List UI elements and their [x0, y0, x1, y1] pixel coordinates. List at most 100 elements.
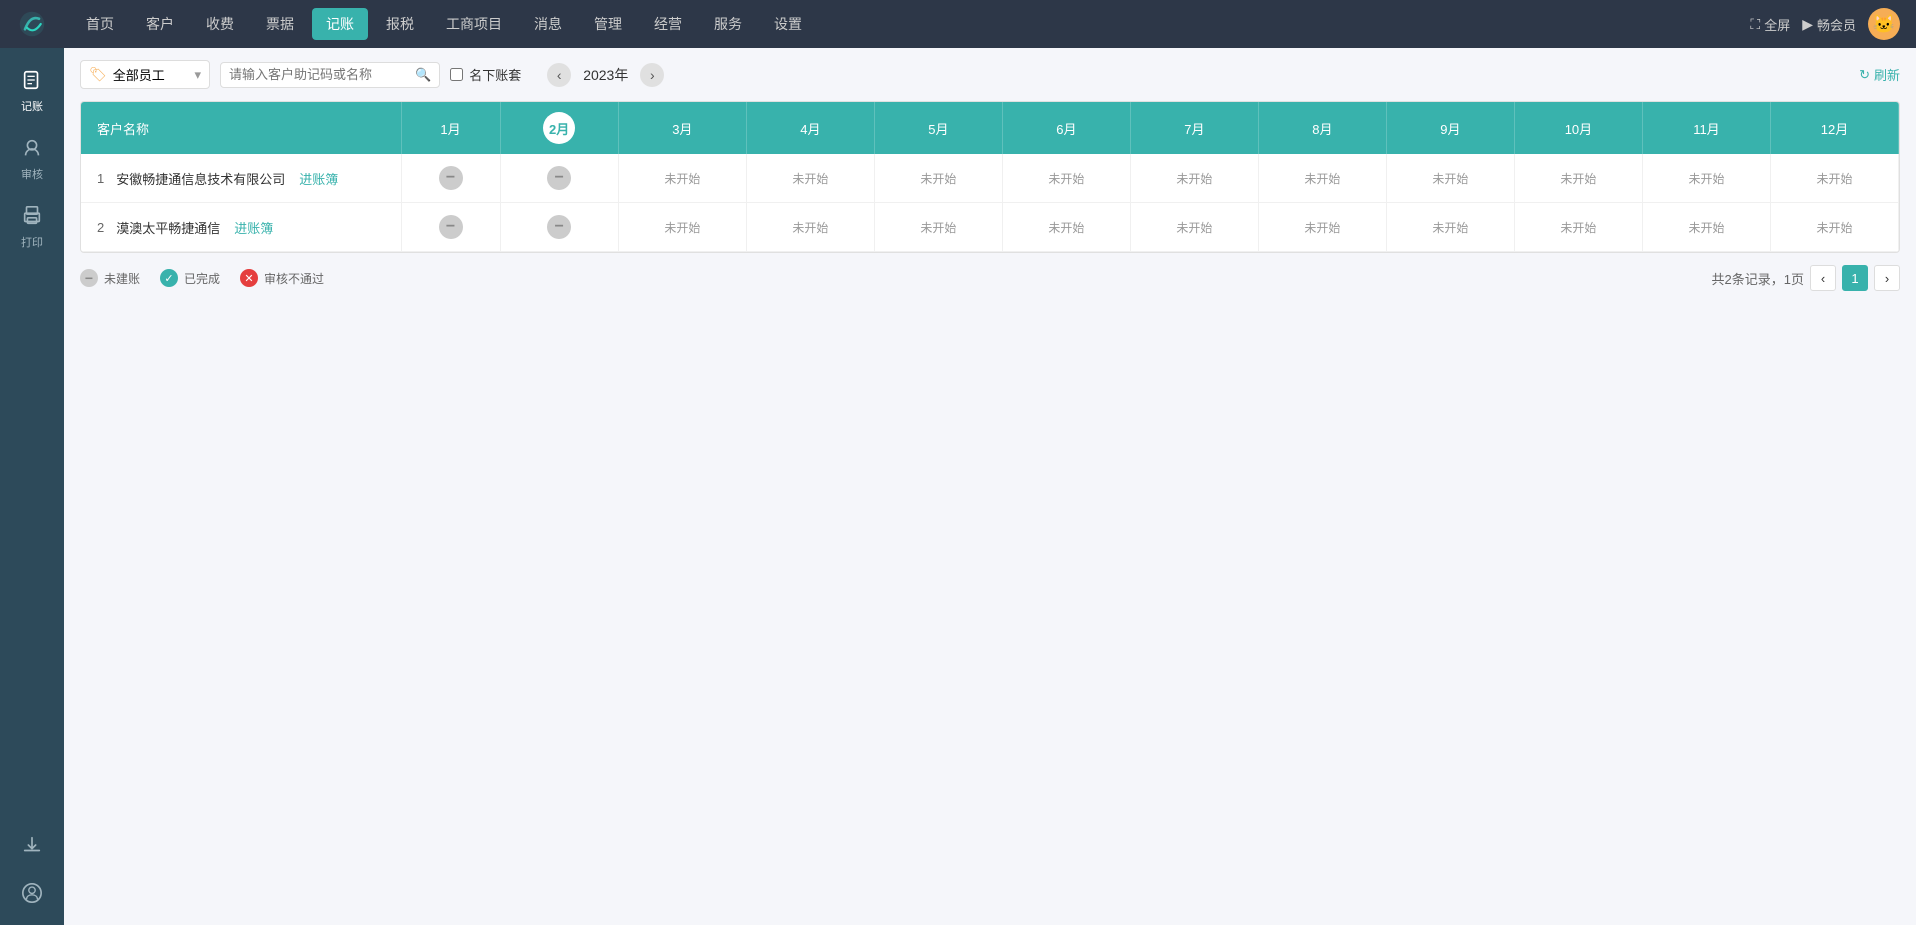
avatar: 🐱 — [1868, 8, 1900, 40]
table-header-1月: 1月 — [401, 102, 500, 154]
sidebar-item-download[interactable] — [0, 821, 64, 869]
nav-item-客户[interactable]: 客户 — [132, 8, 188, 40]
employee-select[interactable]: 🏷 全部员工 ▾ — [80, 60, 210, 89]
table-header-3月: 3月 — [618, 102, 746, 154]
legend-not-built: − 未建账 — [80, 269, 140, 287]
month-cell-11: 未开始 — [1642, 154, 1770, 203]
search-icon[interactable]: 🔍 — [415, 67, 431, 83]
audit-icon — [18, 134, 46, 162]
status-not-started: 未开始 — [1560, 221, 1596, 235]
nav-item-管理[interactable]: 管理 — [580, 8, 636, 40]
client-name-wrap: 2 漠澳太平畅捷通信 进账簿 — [97, 218, 393, 237]
employee-label: 全部员工 — [113, 65, 165, 84]
table-header-2月: 2月 — [500, 102, 618, 154]
chevron-down-icon: ▾ — [194, 67, 201, 83]
table-header-客户名称: 客户名称 — [81, 102, 401, 154]
month-cell-12: 未开始 — [1770, 203, 1898, 252]
record-info: 共2条记录，1页 — [1712, 269, 1804, 288]
month-cell-1: − — [401, 154, 500, 203]
legend-teal-dot: ✓ — [160, 269, 178, 287]
month-cell-8: 未开始 — [1258, 203, 1386, 252]
nav-item-报税[interactable]: 报税 — [372, 8, 428, 40]
status-not-started: 未开始 — [1176, 172, 1212, 186]
fullscreen-button[interactable]: ⛶ 全屏 — [1750, 15, 1790, 34]
top-nav: 首页客户收费票据记账报税工商项目消息管理经营服务设置 ⛶ 全屏 ▶ 畅会员 🐱 — [0, 0, 1916, 48]
refresh-icon: ↻ — [1859, 67, 1870, 83]
status-not-started: 未开始 — [920, 221, 956, 235]
status-dash-icon: − — [547, 166, 571, 190]
month-cell-2: − — [500, 203, 618, 252]
month-cell-5: 未开始 — [874, 154, 1002, 203]
status-not-started: 未开始 — [1048, 172, 1084, 186]
nav-item-工商项目[interactable]: 工商项目 — [432, 8, 516, 40]
client-cell: 1 安徽畅捷通信息技术有限公司 进账簿 — [81, 154, 401, 203]
prev-page-button[interactable]: ‹ — [1810, 265, 1836, 291]
my-accounts-checkbox[interactable]: 名下账套 — [450, 65, 521, 84]
status-not-started: 未开始 — [1688, 172, 1724, 186]
status-dash-icon: − — [547, 215, 571, 239]
table-header-4月: 4月 — [746, 102, 874, 154]
page-1-button[interactable]: 1 — [1842, 265, 1868, 291]
sidebar: 记账 审核 打印 — [0, 48, 64, 925]
status-not-started: 未开始 — [1176, 221, 1212, 235]
nav-item-收费[interactable]: 收费 — [192, 8, 248, 40]
month-cell-1: − — [401, 203, 500, 252]
table-header-5月: 5月 — [874, 102, 1002, 154]
sidebar-item-audit[interactable]: 审核 — [0, 124, 64, 192]
status-not-started: 未开始 — [1304, 172, 1340, 186]
table-header-10月: 10月 — [1514, 102, 1642, 154]
pagination: 共2条记录，1页 ‹ 1 › — [1712, 265, 1900, 291]
status-not-started: 未开始 — [1816, 221, 1852, 235]
prev-year-button[interactable]: ‹ — [547, 63, 571, 87]
status-not-started: 未开始 — [792, 221, 828, 235]
nav-item-设置[interactable]: 设置 — [760, 8, 816, 40]
client-num: 2 — [97, 220, 104, 235]
enter-ledger-link[interactable]: 进账簿 — [234, 218, 273, 237]
nav-item-首页[interactable]: 首页 — [72, 8, 128, 40]
nav-item-消息[interactable]: 消息 — [520, 8, 576, 40]
next-year-button[interactable]: › — [640, 63, 664, 87]
sidebar-item-print[interactable]: 打印 — [0, 192, 64, 260]
status-not-started: 未开始 — [1432, 221, 1468, 235]
month-cell-2: − — [500, 154, 618, 203]
table-container: 客户名称1月2月3月4月5月6月7月8月9月10月11月12月 1 安徽畅捷通信… — [80, 101, 1900, 253]
sidebar-item-user[interactable] — [0, 869, 64, 917]
year-nav: ‹ 2023年 › — [547, 63, 664, 87]
month-cell-4: 未开始 — [746, 154, 874, 203]
month-cell-10: 未开始 — [1514, 203, 1642, 252]
status-not-started: 未开始 — [792, 172, 828, 186]
refresh-button[interactable]: ↻ 刷新 — [1859, 65, 1900, 84]
nav-item-票据[interactable]: 票据 — [252, 8, 308, 40]
status-not-started: 未开始 — [920, 172, 956, 186]
ledger-icon — [18, 66, 46, 94]
month-cell-9: 未开始 — [1386, 154, 1514, 203]
table-header-7月: 7月 — [1130, 102, 1258, 154]
enter-ledger-link[interactable]: 进账簿 — [299, 169, 338, 188]
month-cell-5: 未开始 — [874, 203, 1002, 252]
my-accounts-label: 名下账套 — [469, 65, 521, 84]
month-cell-7: 未开始 — [1130, 203, 1258, 252]
next-page-button[interactable]: › — [1874, 265, 1900, 291]
employee-icon: 🏷 — [89, 66, 107, 83]
nav-item-记账[interactable]: 记账 — [312, 8, 368, 40]
client-name-text: 安徽畅捷通信息技术有限公司 — [116, 169, 285, 188]
sidebar-bottom — [0, 821, 64, 925]
search-input[interactable] — [229, 67, 409, 82]
nav-item-经营[interactable]: 经营 — [640, 8, 696, 40]
user-circle-icon — [18, 879, 46, 907]
download-icon — [18, 831, 46, 859]
table-header-9月: 9月 — [1386, 102, 1514, 154]
search-box: 🔍 — [220, 62, 440, 88]
month-cell-7: 未开始 — [1130, 154, 1258, 203]
month-cell-12: 未开始 — [1770, 154, 1898, 203]
month-cell-11: 未开始 — [1642, 203, 1770, 252]
status-not-started: 未开始 — [1688, 221, 1724, 235]
nav-items: 首页客户收费票据记账报税工商项目消息管理经营服务设置 — [72, 8, 1750, 40]
member-button[interactable]: ▶ 畅会员 — [1802, 15, 1856, 34]
legend-gray-dot: − — [80, 269, 98, 287]
status-dash-icon: − — [439, 215, 463, 239]
sidebar-item-ledger[interactable]: 记账 — [0, 56, 64, 124]
status-not-started: 未开始 — [1304, 221, 1340, 235]
nav-item-服务[interactable]: 服务 — [700, 8, 756, 40]
content-area: 🏷 全部员工 ▾ 🔍 名下账套 ‹ 2023年 › ↻ 刷新 — [64, 48, 1916, 925]
